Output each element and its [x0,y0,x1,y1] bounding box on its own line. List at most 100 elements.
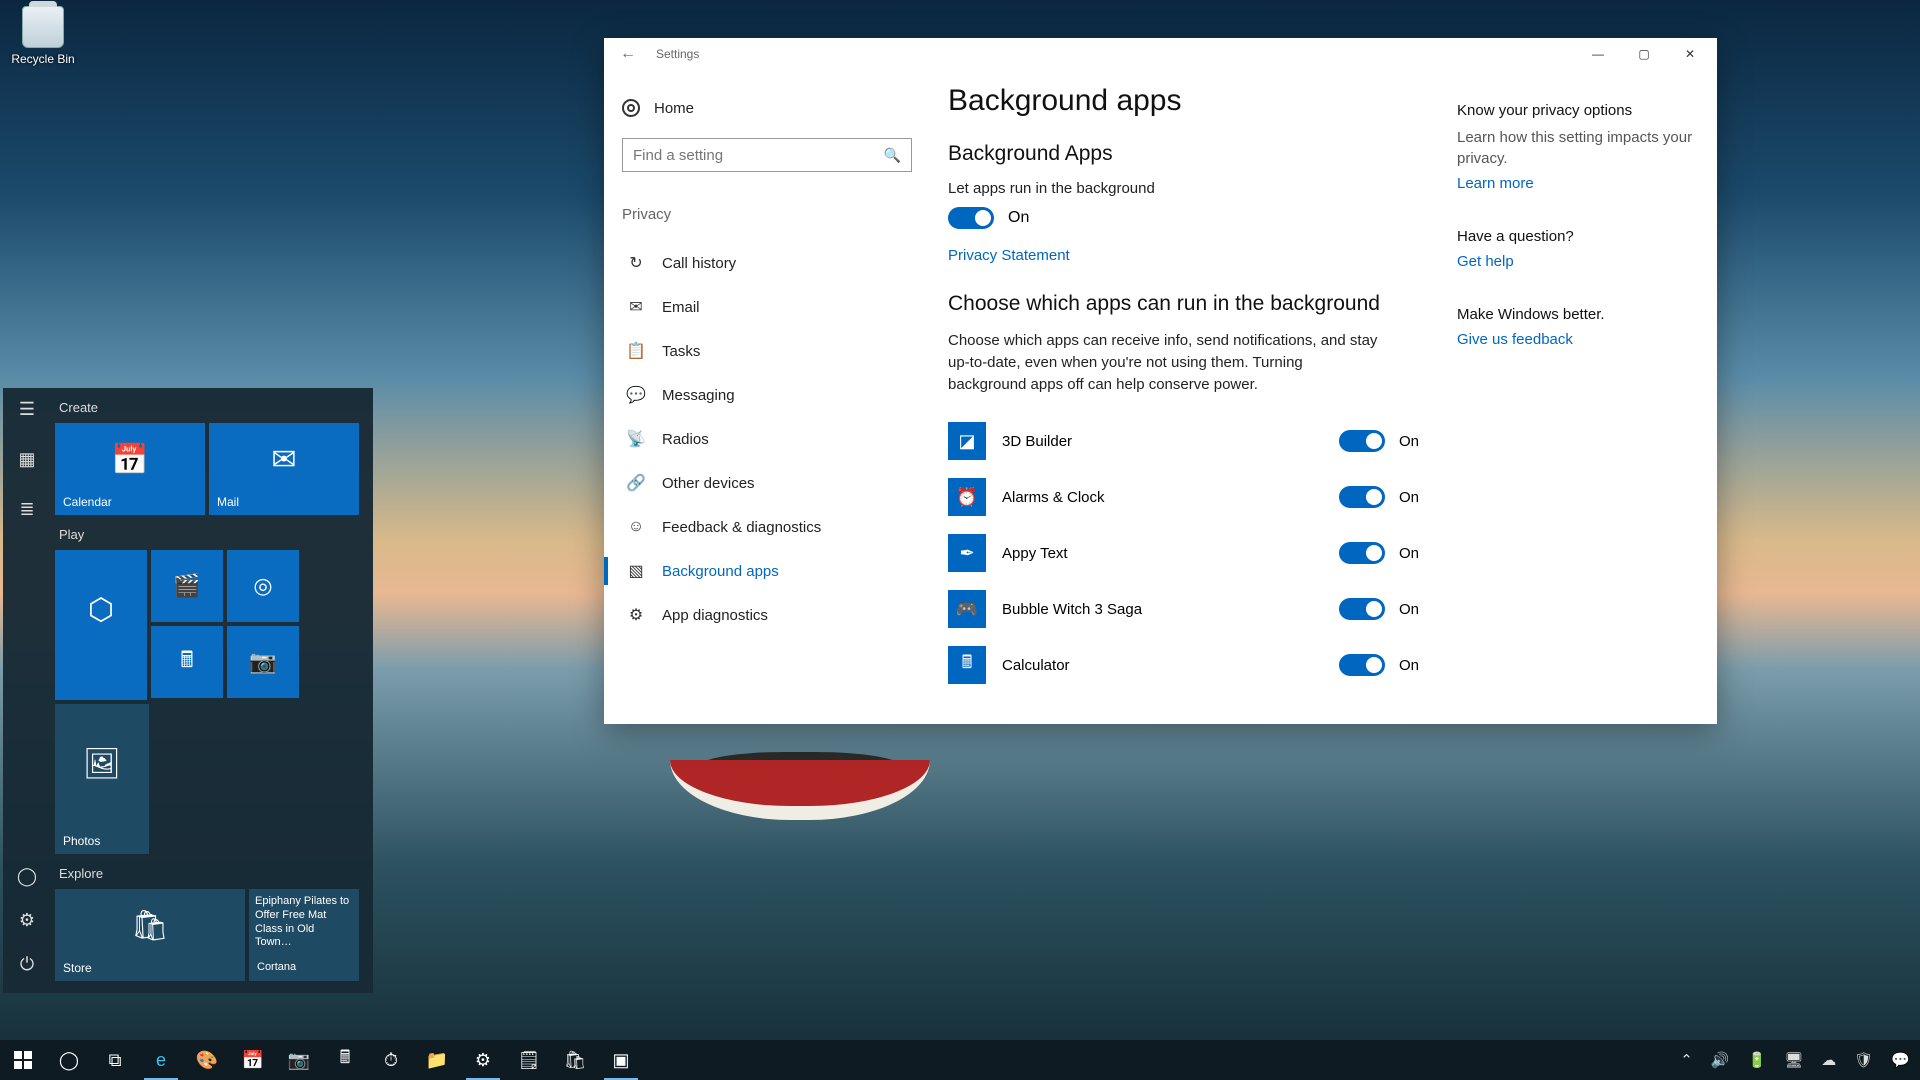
section-heading-background-apps: Background Apps [948,142,1419,166]
recycle-bin[interactable]: Recycle Bin [6,6,80,66]
windows-icon [14,1051,32,1069]
calendar-button[interactable]: 📅 [230,1040,276,1080]
tray-defender-icon[interactable]: 🛡 [1854,1051,1873,1069]
tray-chevron-icon[interactable]: ⌃ [1680,1051,1693,1069]
nav-icon: ✉ [626,297,646,317]
tile-store[interactable]: 🛍Store [55,889,245,981]
sidebar-item-radios[interactable]: 📡Radios [622,417,912,461]
minimize-button[interactable]: — [1575,38,1621,70]
cube-icon: ⬡ [88,593,114,628]
settings-main: Background apps Background Apps Let apps… [924,70,1449,724]
privacy-options-title: Know your privacy options [1457,102,1697,119]
tray-network-icon[interactable]: 🖥 [1784,1051,1803,1069]
tile-3d[interactable]: ⬡ [55,550,147,700]
tile-mail[interactable]: ✉Mail [209,423,359,515]
pinned-icon[interactable]: ▦ [16,448,38,470]
settings-sidebar: Home Find a setting 🔍 Privacy ↻Call hist… [604,70,924,724]
tray-onedrive-icon[interactable]: ☁ [1821,1051,1836,1069]
start-button[interactable] [0,1040,46,1080]
tile-calendar[interactable]: 📅Calendar [55,423,205,515]
section-description: Choose which apps can receive info, send… [948,330,1378,395]
list-icon[interactable]: ≣ [16,498,38,520]
app-toggle-state: On [1399,601,1419,618]
app-toggle[interactable] [1339,430,1385,452]
sidebar-item-email[interactable]: ✉Email [622,285,912,329]
edge-button[interactable]: e [138,1040,184,1080]
settings-icon[interactable]: ⚙ [16,909,38,931]
power-icon[interactable]: ⏻ [16,953,38,975]
app-button[interactable]: ▣ [598,1040,644,1080]
nav-icon: ▧ [626,561,646,581]
app-toggle-state: On [1399,433,1419,450]
store-icon: 🛍 [131,908,169,943]
home-button[interactable]: Home [622,88,912,128]
tile-groove[interactable]: ◎ [227,550,299,622]
back-button[interactable]: ← [608,45,648,63]
app-row-bubble-witch-saga: 🎮Bubble Witch 3 SagaOn [948,581,1419,637]
sidebar-item-tasks[interactable]: 📋Tasks [622,329,912,373]
get-help-link[interactable]: Get help [1457,253,1697,270]
settings-taskbar-button[interactable]: ⚙ [460,1040,506,1080]
group-play: Play [59,527,363,542]
clock-button[interactable]: ⏱ [368,1040,414,1080]
nav-label: Feedback & diagnostics [662,519,821,536]
mail-icon: ✉ [271,442,296,477]
search-input[interactable]: Find a setting 🔍 [622,138,912,172]
sidebar-item-other-devices[interactable]: 🔗Other devices [622,461,912,505]
calc-icon: 🖩 [180,643,193,681]
give-feedback-link[interactable]: Give us feedback [1457,331,1697,348]
cortana-button[interactable]: ◯ [46,1040,92,1080]
sticky-button[interactable]: 🗒 [506,1040,552,1080]
sidebar-item-call-history[interactable]: ↻Call history [622,241,912,285]
taskview-button[interactable]: ⧉ [92,1040,138,1080]
master-toggle[interactable] [948,207,994,229]
tile-cortana[interactable]: Epiphany Pilates to Offer Free Mat Class… [249,889,359,981]
app-row-calculator: 🖩CalculatorOn [948,637,1419,693]
nav-icon: 💬 [626,385,646,405]
sidebar-item-messaging[interactable]: 💬 Messaging [622,373,912,417]
start-menu: ☰ ▦ ≣ ◯ ⚙ ⏻ Create 📅Calendar ✉Mail Play … [3,388,373,993]
tray-volume-icon[interactable]: 🔊 [1711,1051,1730,1069]
app-icon: ✒ [948,534,986,572]
app-name: 3D Builder [1002,433,1292,450]
nav-label: Messaging [662,387,735,404]
nav-label: Other devices [662,475,755,492]
group-create: Create [59,400,363,415]
tile-movies[interactable]: 🎬 [151,550,223,622]
search-placeholder: Find a setting [633,147,723,164]
tile-photos[interactable]: 🖼Photos [55,704,149,854]
master-toggle-state: On [1008,209,1029,227]
hamburger-icon[interactable]: ☰ [16,398,38,420]
sidebar-item-feedback-diagnostics[interactable]: ☺Feedback & diagnostics [622,505,912,549]
app-row-alarms-clock: ⏰Alarms & ClockOn [948,469,1419,525]
paint-button[interactable]: 🎨 [184,1040,230,1080]
explorer-button[interactable]: 📁 [414,1040,460,1080]
question-title: Have a question? [1457,228,1697,245]
calculator-button[interactable]: 🖩 [322,1040,368,1080]
recycle-bin-icon [22,6,64,48]
sidebar-item-background-apps[interactable]: ▧Background apps [622,549,912,593]
page-title: Background apps [948,84,1419,118]
app-toggle[interactable] [1339,598,1385,620]
user-icon[interactable]: ◯ [16,865,38,887]
tile-calculator[interactable]: 🖩 [151,626,223,698]
search-icon: 🔍 [884,147,901,164]
app-toggle[interactable] [1339,654,1385,676]
sidebar-item-app-diagnostics[interactable]: ⚙App diagnostics [622,593,912,637]
learn-more-link[interactable]: Learn more [1457,175,1697,192]
store-button[interactable]: 🛍 [552,1040,598,1080]
app-name: Alarms & Clock [1002,489,1292,506]
app-toggle[interactable] [1339,542,1385,564]
app-toggle[interactable] [1339,486,1385,508]
camera-button[interactable]: 📷 [276,1040,322,1080]
tray-battery-icon[interactable]: 🔋 [1748,1051,1767,1069]
maximize-button[interactable]: ▢ [1621,38,1667,70]
app-name: Appy Text [1002,545,1292,562]
feedback-title: Make Windows better. [1457,306,1697,323]
section-heading-choose-apps: Choose which apps can run in the backgro… [948,292,1419,316]
tile-camera2[interactable]: 📷 [227,626,299,698]
action-center-icon[interactable]: 💬 [1891,1051,1910,1069]
master-toggle-label: Let apps run in the background [948,180,1419,197]
privacy-statement-link[interactable]: Privacy Statement [948,247,1070,264]
close-button[interactable]: ✕ [1667,38,1713,70]
